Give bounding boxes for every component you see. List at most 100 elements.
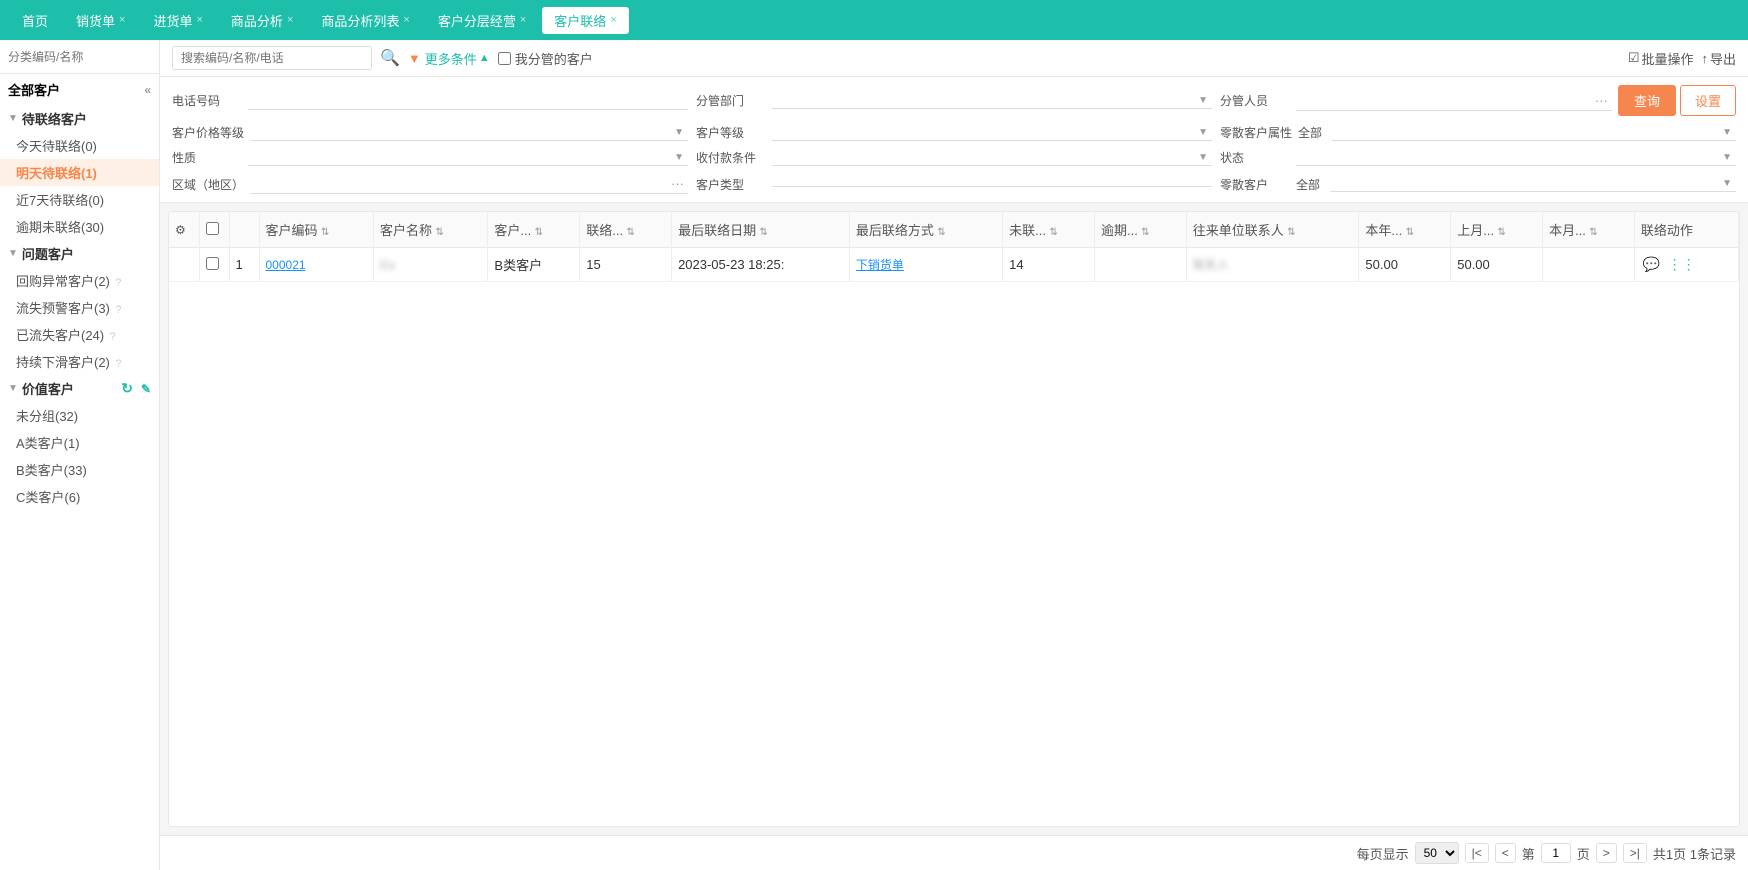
filter-price-level-select[interactable]: ▼ xyxy=(250,125,688,141)
prev-page-button[interactable]: < xyxy=(1495,843,1516,863)
nav-sales-order[interactable]: 销货单 × xyxy=(64,7,137,34)
sidebar-class-b[interactable]: B类客户(33) xyxy=(0,456,159,483)
col-contact-count[interactable]: 联络... ⇅ xyxy=(580,212,672,248)
value-customer-group[interactable]: ▼ 价值客户 ↻ ✎ xyxy=(0,375,159,402)
col-last-date[interactable]: 最后联络日期 ⇅ xyxy=(672,212,850,248)
sidebar-lost-warning[interactable]: 流失预警客户(3) ? xyxy=(0,294,159,321)
nav-product-analysis[interactable]: 商品分析 × xyxy=(219,7,305,34)
filter-customer-type-select[interactable] xyxy=(772,182,1212,187)
nav-close-product[interactable]: × xyxy=(287,14,293,26)
row-this-month-cell xyxy=(1543,248,1635,282)
edit-icon[interactable]: ✎ xyxy=(141,382,151,396)
last-page-button[interactable]: >| xyxy=(1623,843,1647,863)
col-last-method[interactable]: 最后联络方式 ⇅ xyxy=(849,212,1002,248)
row-last-method-cell[interactable]: 下销货单 xyxy=(849,248,1002,282)
sidebar-repurchase-abnormal[interactable]: 回购异常客户(2) ? xyxy=(0,267,159,294)
refresh-icon[interactable]: ↻ xyxy=(121,380,133,397)
filter-region-select[interactable]: ··· xyxy=(250,174,688,194)
collapse-icon: « xyxy=(144,83,151,97)
col-checkbox[interactable] xyxy=(199,212,229,248)
retail-attr-arrow-icon: ▼ xyxy=(1722,127,1732,138)
row-checkbox[interactable] xyxy=(206,257,219,270)
last-method-link[interactable]: 下销货单 xyxy=(856,258,904,272)
sidebar-week7[interactable]: 近7天待联络(0) xyxy=(0,186,159,213)
nav-product-analysis-list[interactable]: 商品分析列表 × xyxy=(309,7,421,34)
per-page-select[interactable]: 50 xyxy=(1415,842,1459,864)
my-customers-checkbox-label[interactable]: 我分管的客户 xyxy=(498,49,593,68)
sort-icon-last-month: ⇅ xyxy=(1497,227,1505,238)
export-button[interactable]: ↑ 导出 xyxy=(1701,49,1736,68)
filter-manager-select[interactable]: ··· xyxy=(1296,91,1612,111)
nav-home[interactable]: 首页 xyxy=(10,7,60,34)
main-container: 🔍 全部客户 « ▼ 待联络客户 今天待联络(0) 明天待联络(1) 近7天待联… xyxy=(0,40,1748,870)
sidebar-churned[interactable]: 已流失客户(24) ? xyxy=(0,321,159,348)
filter-retail-attr-select[interactable]: ▼ xyxy=(1332,125,1736,141)
sidebar-search-input[interactable] xyxy=(8,50,160,64)
query-button[interactable]: 查询 xyxy=(1618,85,1676,116)
nav-close-contact[interactable]: × xyxy=(610,14,616,26)
filter-phone-input[interactable] xyxy=(248,91,688,110)
row-code-cell[interactable]: 000021 xyxy=(259,248,373,282)
manager-dots[interactable]: ··· xyxy=(1595,93,1608,108)
nav-close-product-list[interactable]: × xyxy=(403,14,409,26)
first-page-button[interactable]: |< xyxy=(1465,843,1489,863)
col-this-year[interactable]: 本年... ⇅ xyxy=(1359,212,1451,248)
sidebar-class-a[interactable]: A类客户(1) xyxy=(0,429,159,456)
search-button[interactable]: 🔍 xyxy=(380,48,400,68)
col-overdue[interactable]: 逾期... ⇅ xyxy=(1094,212,1186,248)
more-conditions-button[interactable]: ▼ 更多条件 ▲ xyxy=(408,49,490,68)
filter-retail-attr-row: 零散客户属性 全部 ▼ xyxy=(1220,124,1736,141)
filter-manager-row: 分管人员 ··· 查询 设置 xyxy=(1220,85,1736,116)
all-customers-header[interactable]: 全部客户 « xyxy=(0,74,159,105)
sidebar-tomorrow[interactable]: 明天待联络(1) xyxy=(0,159,159,186)
filter-bar: 🔍 ▼ 更多条件 ▲ 我分管的客户 ☑ 批量操作 ↑ 导出 xyxy=(160,40,1748,77)
customer-code-link[interactable]: 000021 xyxy=(266,258,306,272)
filter-nature-select[interactable]: ▼ xyxy=(248,150,688,166)
nav-close-purchase[interactable]: × xyxy=(196,14,202,26)
action-comment-icon[interactable]: 💬 xyxy=(1643,256,1660,272)
filter-status-select[interactable]: ▼ xyxy=(1296,150,1736,166)
filter-dept-select[interactable]: ▼ xyxy=(772,93,1212,109)
sort-icon-overdue: ⇅ xyxy=(1141,227,1149,238)
col-code[interactable]: 客户编码 ⇅ xyxy=(259,212,373,248)
batch-op-button[interactable]: ☑ 批量操作 xyxy=(1628,49,1694,68)
filter-price-label: 客户价格等级 xyxy=(172,124,244,141)
filter-customer-level-select[interactable]: ▼ xyxy=(772,125,1212,141)
col-last-month[interactable]: 上月... ⇅ xyxy=(1451,212,1543,248)
sidebar-continuous-down[interactable]: 持续下滑客户(2) ? xyxy=(0,348,159,375)
unit-contact-blurred: 联系人 xyxy=(1193,258,1229,272)
col-customer-type[interactable]: 客户... ⇅ xyxy=(488,212,580,248)
nav-close-tier[interactable]: × xyxy=(520,14,526,26)
select-all-checkbox[interactable] xyxy=(206,222,219,235)
action-more-icon[interactable]: ⋮⋮ xyxy=(1668,256,1696,272)
pending-contact-group[interactable]: ▼ 待联络客户 xyxy=(0,105,159,132)
col-settings[interactable]: ⚙ xyxy=(169,212,199,248)
col-name[interactable]: 客户名称 ⇅ xyxy=(373,212,487,248)
filter-payment-select[interactable]: ▼ xyxy=(772,150,1212,166)
settings-button[interactable]: 设置 xyxy=(1680,85,1736,116)
sidebar-unclassified[interactable]: 未分组(32) xyxy=(0,402,159,429)
nav-customer-tier[interactable]: 客户分层经营 × xyxy=(426,7,538,34)
nav-close-sales[interactable]: × xyxy=(119,14,125,26)
search-input[interactable] xyxy=(172,46,372,70)
nav-customer-contact[interactable]: 客户联络 × xyxy=(542,7,628,34)
sidebar-overdue[interactable]: 逾期未联络(30) xyxy=(0,213,159,240)
sidebar-class-c[interactable]: C类客户(6) xyxy=(0,483,159,510)
sort-icon-date: ⇅ xyxy=(759,227,767,238)
my-customers-checkbox[interactable] xyxy=(498,52,511,65)
filter-region-row: 区域（地区） ··· xyxy=(172,174,688,194)
filter-retail-customer-select[interactable]: ▼ xyxy=(1330,176,1736,192)
filter-manager-label: 分管人员 xyxy=(1220,92,1290,109)
row-checkbox-cell[interactable] xyxy=(199,248,229,282)
col-not-contacted[interactable]: 未联... ⇅ xyxy=(1003,212,1095,248)
col-this-month[interactable]: 本月... ⇅ xyxy=(1543,212,1635,248)
col-unit-contact[interactable]: 往来单位联系人 ⇅ xyxy=(1186,212,1359,248)
data-table: ⚙ 客户编码 ⇅ 客户名称 ⇅ 客户... ⇅ 联络... ⇅ 最后联络日期 ⇅… xyxy=(169,212,1739,282)
region-dots[interactable]: ··· xyxy=(671,176,684,191)
filter-nature-row: 性质 ▼ xyxy=(172,149,688,166)
next-page-button[interactable]: > xyxy=(1596,843,1617,863)
nav-purchase-order[interactable]: 进货单 × xyxy=(141,7,214,34)
problem-customer-group[interactable]: ▼ 问题客户 xyxy=(0,240,159,267)
page-number-input[interactable] xyxy=(1541,843,1571,863)
sidebar-today[interactable]: 今天待联络(0) xyxy=(0,132,159,159)
